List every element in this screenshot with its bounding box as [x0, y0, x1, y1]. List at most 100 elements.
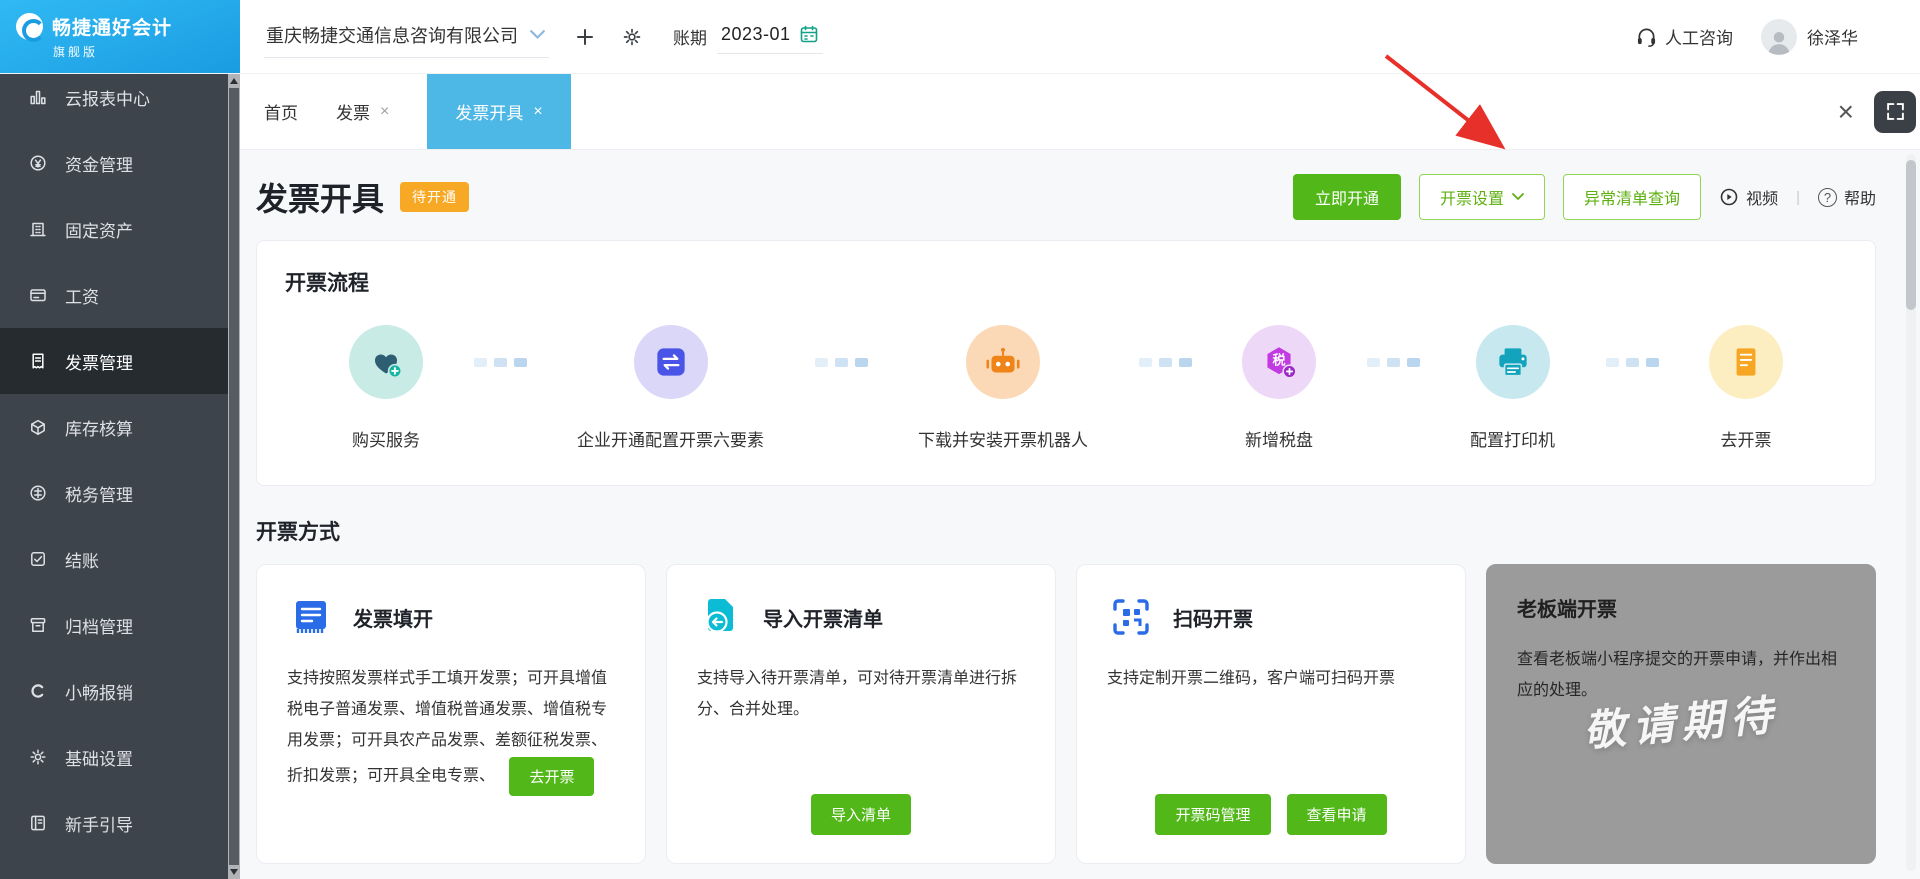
card-import-list: 导入开票清单 支持导入待开票清单，可对待开票清单进行拆分、合并处理。 导入清单 — [666, 564, 1056, 864]
sidebar-item-salary[interactable]: 工资 — [0, 262, 240, 328]
invoice-fill-icon — [296, 601, 326, 633]
sidebar-item-inventory[interactable]: 库存核算 — [0, 394, 240, 460]
step-connector — [1316, 358, 1470, 367]
step-add-tax-disk[interactable]: 税 新增税盘 — [1242, 325, 1316, 451]
sidebar-item-beginner-guide[interactable]: 新手引导 — [0, 790, 240, 856]
tab-label: 发票 — [336, 104, 370, 123]
scroll-down-icon[interactable] — [230, 869, 238, 875]
go-invoice-button[interactable]: 去开票 — [509, 756, 595, 796]
import-list-icon — [706, 599, 733, 633]
video-link[interactable]: 视频 — [1719, 185, 1778, 209]
abnormal-list-button[interactable]: 异常清单查询 — [1563, 174, 1702, 220]
close-tab-icon[interactable]: × — [533, 103, 542, 121]
sidebar-item-label: 库存核算 — [65, 419, 133, 439]
support-link[interactable]: 人工咨询 — [1636, 24, 1733, 49]
sidebar-item-label: 结账 — [65, 551, 99, 571]
step-label: 配置打印机 — [1470, 431, 1555, 450]
card-description: 支持定制开票二维码，客户端可扫码开票 — [1107, 670, 1396, 687]
sidebar-item-logout[interactable]: 退出用户 — [0, 856, 240, 879]
scroll-up-icon[interactable] — [230, 78, 238, 84]
sidebar-item-invoice-management[interactable]: 发票管理 — [0, 328, 240, 394]
sidebar-item-label: 小畅报销 — [65, 683, 133, 703]
period-value: 2023-01 — [721, 23, 791, 44]
funds-icon — [28, 153, 48, 173]
card-description: 支持按照发票样式手工填开发票；可开具增值税电子普通发票、增值税普通发票、增值税专… — [287, 663, 615, 796]
sidebar-item-fixed-assets[interactable]: 固定资产 — [0, 196, 240, 262]
building-icon — [28, 219, 48, 239]
question-icon: ? — [1817, 187, 1837, 207]
page-actions: 立即开通 开票设置 异常清单查询 视频 | ? 帮助 — [1293, 174, 1876, 220]
sidebar-scroll-thumb[interactable] — [229, 88, 239, 865]
tab-invoice-issue[interactable]: 发票开具 × — [427, 74, 571, 149]
add-account-button[interactable] — [575, 27, 595, 47]
tax-character: 税 — [1272, 352, 1286, 368]
tax-icon — [28, 483, 48, 503]
step-label: 下载并安装开票机器人 — [918, 431, 1088, 450]
sidebar-item-label: 税务管理 — [65, 485, 133, 505]
invoice-settings-label: 开票设置 — [1440, 191, 1505, 208]
step-circle — [349, 325, 423, 399]
invoice-code-manage-button[interactable]: 开票码管理 — [1155, 794, 1271, 835]
step-install-robot[interactable]: 下载并安装开票机器人 — [918, 325, 1088, 451]
settings-button[interactable] — [621, 26, 643, 48]
step-go-invoice[interactable]: 去开票 — [1709, 325, 1783, 451]
scan-code-icon — [1113, 599, 1149, 635]
tab-bar: 首页 发票 × 发票开具 × × — [240, 74, 1920, 150]
help-link[interactable]: ? 帮助 — [1817, 185, 1876, 209]
period-picker[interactable]: 2023-01 — [717, 20, 823, 54]
step-circle: 税 — [1242, 325, 1316, 399]
brand-logo[interactable]: 畅捷通好会计 旗舰版 — [0, 0, 240, 73]
gear-icon — [623, 28, 641, 45]
close-page-icon[interactable]: × — [1838, 97, 1854, 126]
card-boss-invoice: 老板端开票 查看老板端小程序提交的开票申请，并作出相应的处理。 敬请期待 — [1486, 564, 1876, 864]
card-title: 老板端开票 — [1517, 599, 1617, 621]
method-cards: 发票填开 支持按照发票样式手工填开发票；可开具增值税电子普通发票、增值税普通发票… — [256, 564, 1876, 864]
card-description: 查看老板端小程序提交的开票申请，并作出相应的处理。 — [1517, 651, 1838, 700]
video-label: 视频 — [1746, 191, 1779, 208]
step-label: 购买服务 — [352, 431, 420, 450]
sidebar-item-label: 固定资产 — [65, 221, 133, 241]
sidebar-item-tax[interactable]: 税务管理 — [0, 460, 240, 526]
plus-icon — [577, 28, 593, 45]
import-list-button[interactable]: 导入清单 — [810, 794, 911, 835]
headset-icon — [1637, 28, 1656, 47]
step-connector — [423, 358, 577, 367]
sidebar-scrollbar[interactable] — [228, 74, 240, 879]
sidebar-item-settlement[interactable]: 结账 — [0, 526, 240, 592]
receipt-icon — [1736, 348, 1756, 376]
play-icon — [1720, 188, 1738, 206]
page-header: 发票开具 待开通 立即开通 开票设置 异常清单查询 视频 | ? 帮助 — [256, 166, 1876, 228]
sidebar-item-funds[interactable]: 资金管理 — [0, 130, 240, 196]
fullscreen-button[interactable] — [1874, 90, 1916, 133]
gear-icon — [28, 747, 48, 767]
card-description: 支持导入待开票清单，可对待开票清单进行拆分、合并处理。 — [697, 670, 1018, 719]
card-title: 发票填开 — [353, 608, 433, 631]
brand-name: 畅捷通好会计 — [52, 18, 173, 39]
step-configure-printer[interactable]: 配置打印机 — [1470, 325, 1555, 451]
brand-logo-icon — [16, 13, 45, 42]
tab-invoice[interactable]: 发票 × — [336, 99, 389, 124]
step-purchase-service[interactable]: 购买服务 — [349, 325, 423, 451]
calendar-icon — [800, 25, 817, 43]
page-title: 发票开具 — [256, 181, 385, 217]
invoice-settings-button[interactable]: 开票设置 — [1419, 174, 1546, 220]
step-label: 新增税盘 — [1245, 431, 1313, 450]
step-connector — [1088, 358, 1242, 367]
username: 徐泽华 — [1807, 29, 1858, 48]
company-selector[interactable]: 重庆畅捷交通信息咨询有限公司 — [264, 16, 549, 58]
activate-now-button[interactable]: 立即开通 — [1293, 174, 1402, 220]
tab-home[interactable]: 首页 — [264, 99, 298, 124]
report-chart-icon — [28, 87, 48, 107]
sidebar-item-archive[interactable]: 归档管理 — [0, 592, 240, 658]
content-scrollbar-thumb[interactable] — [1906, 160, 1916, 310]
sidebar-item-label: 云报表中心 — [65, 89, 150, 109]
step-configure-six-elements[interactable]: 企业开通配置开票六要素 — [577, 325, 764, 451]
view-applications-button[interactable]: 查看申请 — [1286, 794, 1387, 835]
sidebar-item-reimbursement[interactable]: 小畅报销 — [0, 658, 240, 724]
close-tab-icon[interactable]: × — [380, 103, 389, 121]
sidebar-item-basic-settings[interactable]: 基础设置 — [0, 724, 240, 790]
tab-label: 发票开具 — [455, 104, 524, 123]
sidebar-item-cloud-reports[interactable]: 云报表中心 — [0, 74, 240, 130]
page-body: 发票开具 待开通 立即开通 开票设置 异常清单查询 视频 | ? 帮助 开票流程… — [240, 150, 1920, 879]
user-menu[interactable]: 徐泽华 — [1761, 18, 1858, 55]
